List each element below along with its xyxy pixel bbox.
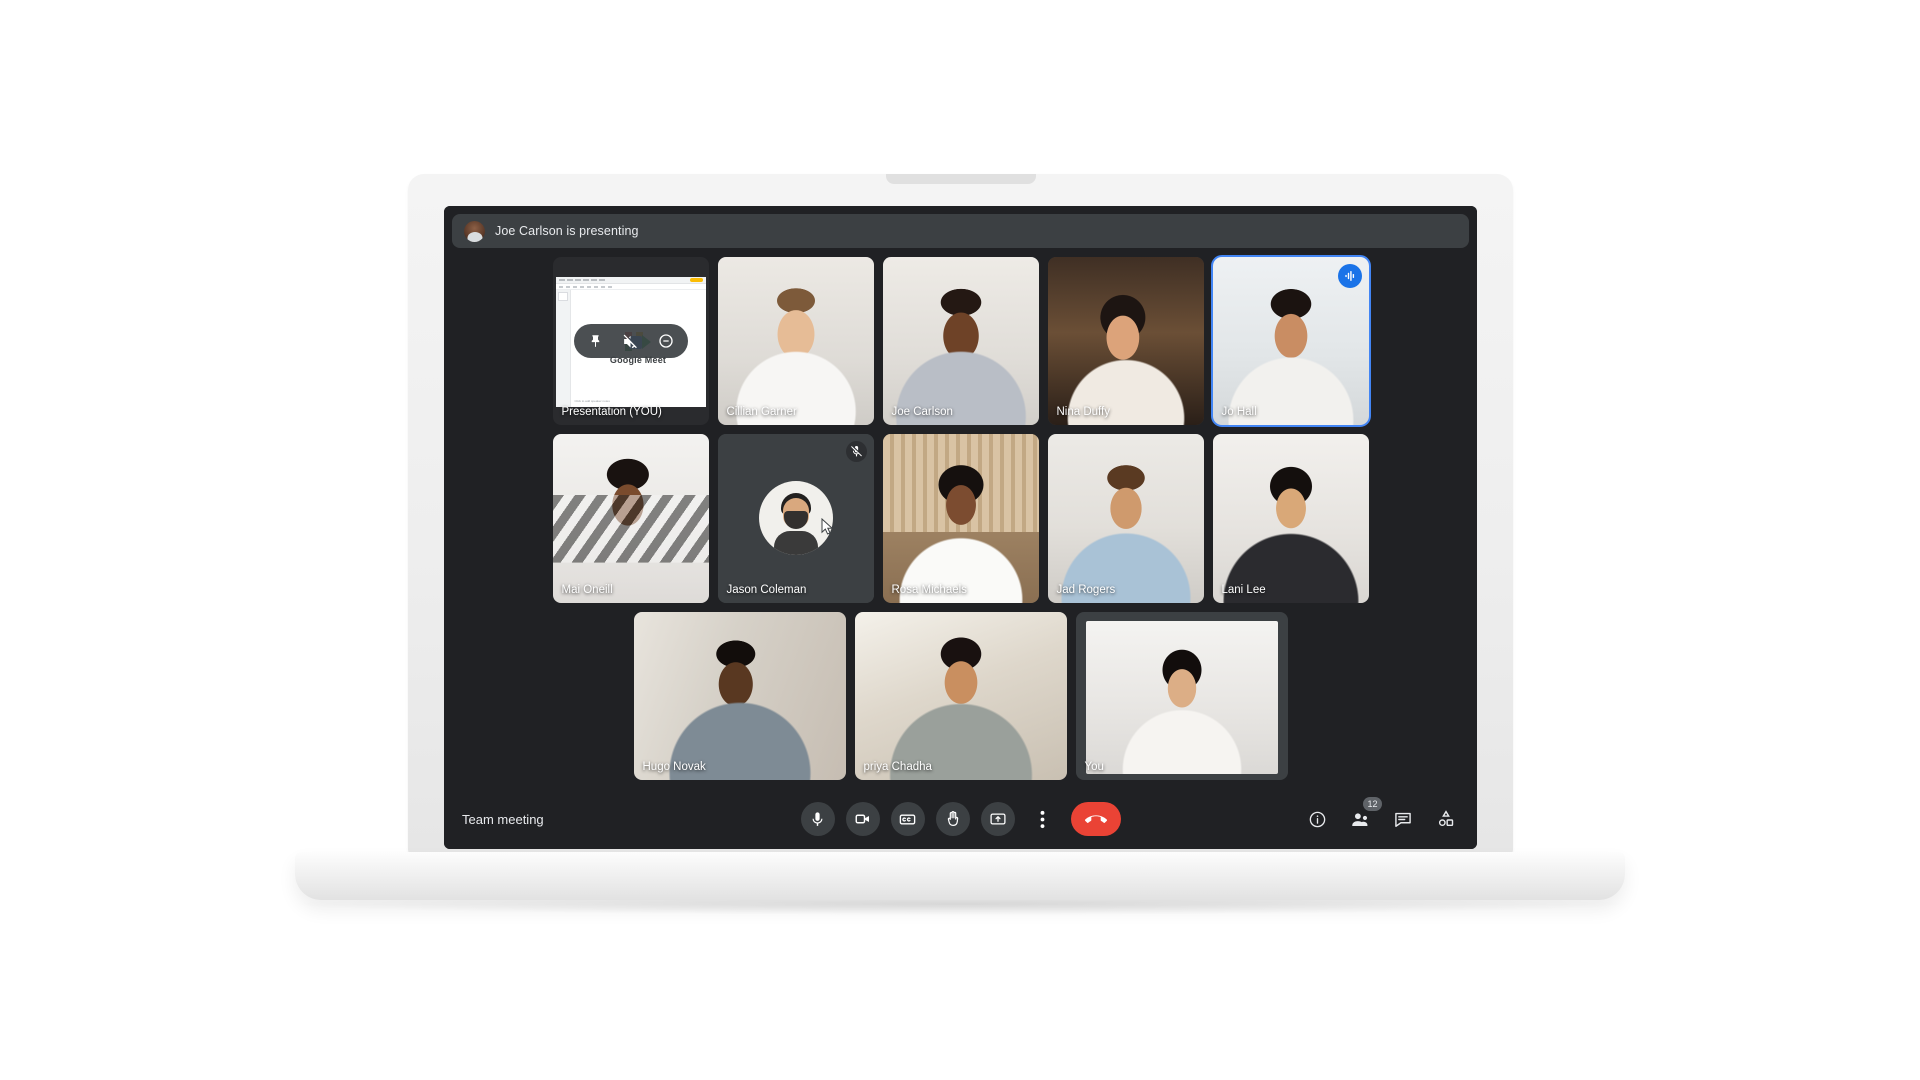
participant-video [1047,257,1204,426]
hangup-phone-icon [1084,808,1107,830]
tile-label: Jad Rogers [1056,583,1116,596]
participant-video [633,611,846,780]
tile-label: Joe Carlson [891,406,953,419]
more-vertical-icon [1040,810,1045,829]
grid-row: Hugo Novak priya Chadha You [454,611,1467,780]
tile-label: Jason Coleman [726,583,807,596]
tile-label: Mai Oneill [561,583,613,596]
active-speaker-icon [1337,264,1362,288]
participant-video [882,434,1039,603]
google-meet-app: Joe Carlson is presenting Google Meet Cl… [444,206,1477,789]
present-screen-icon [989,810,1007,828]
tile-label: Rosa Michaels [891,583,967,596]
tile-label: You [1084,760,1104,773]
tile-participant[interactable]: priya Chadha [854,611,1067,780]
pin-icon[interactable] [585,330,607,352]
tile-label: Lani Lee [1221,583,1266,596]
grid-row: Google Meet Click to add speaker notes P… [454,254,1467,428]
microphone-icon [809,811,826,828]
laptop-hinge-notch [885,174,1036,184]
chat-button[interactable] [1390,806,1416,832]
slide-thumbnail-rail [555,290,571,408]
show-everyone-button[interactable]: 12 [1347,797,1382,832]
speaker-muted-icon[interactable] [620,330,642,352]
presenter-avatar-icon [464,220,485,242]
camera-button[interactable] [845,802,880,836]
video-camera-icon [854,810,872,828]
bottom-toolbar: Team meeting 12 [444,789,1477,849]
tile-label: priya Chadha [863,760,932,773]
people-icon [1350,809,1371,830]
participant-video [1085,620,1278,774]
microphone-button[interactable] [800,802,835,836]
tile-self-view[interactable]: You [1075,611,1288,780]
chat-bubble-icon [1393,809,1413,829]
participant-video [854,611,1067,780]
closed-captions-icon [898,810,917,829]
tile-label: Cillian Garner [726,406,797,419]
mouse-cursor-icon [821,518,834,535]
presenting-banner[interactable]: Joe Carlson is presenting [452,214,1469,248]
meeting-details-button[interactable] [1304,806,1330,832]
raised-hand-icon [944,810,962,828]
slide-app-topbar [555,277,706,284]
tile-label: Presentation (YOU) [561,406,662,419]
remove-circle-icon[interactable] [655,330,677,352]
grid-row: Mai Oneill Jason Coleman Rosa Michaels J… [454,434,1467,603]
tile-hover-controls [573,324,688,359]
activities-button[interactable] [1433,806,1459,832]
meeting-name-label: Team meeting [462,811,544,827]
screenshot-root: Joe Carlson is presenting Google Meet Cl… [0,0,1920,1080]
participant-video [1212,434,1369,603]
participant-count-badge: 12 [1363,797,1382,811]
laptop-screen: Joe Carlson is presenting Google Meet Cl… [444,206,1477,849]
microphone-muted-icon [845,441,867,463]
tile-label: Nina Duffy [1056,406,1110,419]
tile-participant[interactable]: Joe Carlson [882,257,1039,426]
meeting-info-controls: 12 [1304,797,1459,832]
info-circle-icon [1308,810,1327,829]
tile-participant[interactable]: Cillian Garner [717,257,874,426]
participant-video [1047,434,1204,603]
participant-grid: Google Meet Click to add speaker notes P… [452,248,1469,789]
slide-share-button-icon [689,278,703,282]
activities-shapes-icon [1436,809,1456,829]
participant-video [882,257,1039,426]
tile-participant[interactable]: Mai Oneill [552,434,709,603]
tile-label: Hugo Novak [642,760,706,773]
participant-video [717,257,874,426]
captions-button[interactable] [890,802,925,836]
call-controls [800,802,1121,836]
tile-participant[interactable]: Rosa Michaels [882,434,1039,603]
tile-participant-active-speaker[interactable]: Jo Hall [1210,254,1371,428]
more-options-button[interactable] [1026,802,1060,836]
tile-presentation[interactable]: Google Meet Click to add speaker notes P… [552,257,709,426]
tile-label: Jo Hall [1221,406,1257,419]
raise-hand-button[interactable] [935,802,970,836]
presenting-banner-label: Joe Carlson is presenting [495,224,639,238]
tile-participant[interactable]: Nina Duffy [1047,257,1204,426]
present-now-button[interactable] [980,802,1015,836]
leave-call-button[interactable] [1070,802,1121,836]
tile-participant-camera-off[interactable]: Jason Coleman [717,434,874,603]
tile-participant[interactable]: Jad Rogers [1047,434,1204,603]
slide-thumbnail [557,292,568,301]
participant-video [552,434,709,603]
slide-speaker-notes: Click to add speaker notes [574,399,610,404]
tile-participant[interactable]: Lani Lee [1212,434,1369,603]
tile-participant[interactable]: Hugo Novak [633,611,846,780]
laptop-base [295,852,1625,900]
